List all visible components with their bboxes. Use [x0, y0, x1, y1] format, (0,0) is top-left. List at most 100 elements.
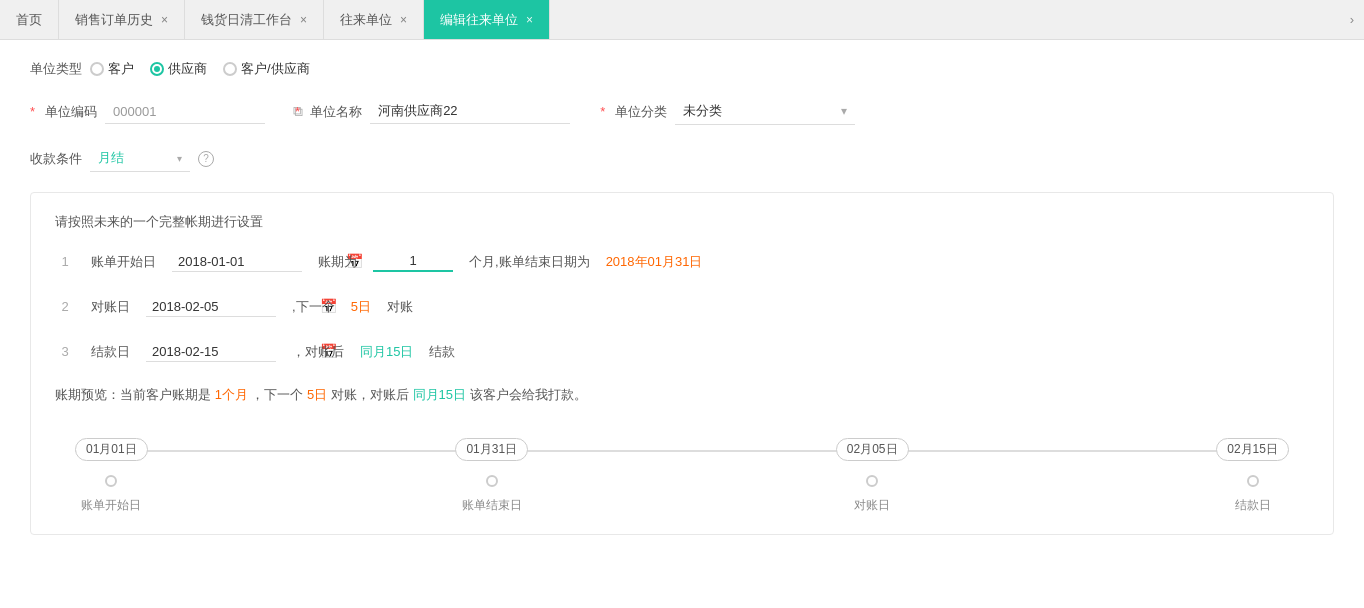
period-suffix-1: 个月,账单结束日期为: [469, 253, 590, 271]
rec-suffix-2: 对账: [387, 298, 413, 316]
rec-day-2: 5日: [351, 298, 371, 316]
unit-name-group: * 单位名称: [295, 100, 570, 124]
payment-terms-group: 收款条件 月结 ▾ ?: [30, 145, 214, 172]
preview-suffix: 该客户会给我打款。: [470, 387, 587, 402]
preview-label: 账期预览：当前客户账期是: [55, 387, 211, 402]
tab-edit-partner[interactable]: 编辑往来单位 ×: [424, 0, 550, 39]
unit-category-value: 未分类: [683, 102, 722, 120]
payment-terms-label: 收款条件: [30, 150, 82, 168]
tab-cash-workbench-close[interactable]: ×: [300, 13, 307, 27]
radio-both-label: 客户/供应商: [241, 60, 310, 78]
cycle-label-2: 对账日: [91, 298, 130, 316]
main-content: 单位类型 客户 供应商 客户/供应商 * 单位编码: [0, 40, 1364, 608]
period-prefix-1: 账期为: [318, 253, 357, 271]
payment-terms-arrow-icon: ▾: [177, 153, 182, 164]
payment-terms-select[interactable]: 月结 ▾: [90, 145, 190, 172]
timeline-sublabel-4: 结款日: [1235, 497, 1271, 514]
pay-day-3: 同月15日: [360, 343, 413, 361]
timeline-sublabel-1: 账单开始日: [81, 497, 141, 514]
cycle-num-1: 1: [55, 254, 75, 269]
tabs-bar: 首页 销售订单历史 × 钱货日清工作台 × 往来单位 × 编辑往来单位 × ›: [0, 0, 1364, 40]
radio-supplier-circle: [150, 62, 164, 76]
unit-code-group: * 单位编码 ⧉: [30, 100, 265, 124]
tab-sales-history[interactable]: 销售订单历史 ×: [59, 0, 185, 39]
radio-customer-circle: [90, 62, 104, 76]
tab-cash-workbench-label: 钱货日清工作台: [201, 11, 292, 29]
unit-name-label: 单位名称: [310, 103, 362, 121]
radio-supplier[interactable]: 供应商: [150, 60, 207, 78]
unit-category-select[interactable]: 未分类 ▾: [675, 98, 855, 125]
cycle-settings-section: 请按照未来的一个完整帐期进行设置 1 账单开始日 📅 账期为 个月,账单结束日期…: [30, 192, 1334, 535]
preview-part2: 5日: [307, 387, 327, 402]
radio-both[interactable]: 客户/供应商: [223, 60, 310, 78]
timeline-badge-2: 01月31日: [455, 438, 528, 461]
timeline-badge-3: 02月05日: [836, 438, 909, 461]
unit-type-label: 单位类型: [30, 60, 82, 78]
period-input[interactable]: [373, 251, 453, 272]
unit-info-row: * 单位编码 ⧉ * 单位名称 * 单位分类 未分类 ▾: [30, 98, 1334, 125]
date-input-3: 📅: [146, 341, 276, 362]
radio-supplier-label: 供应商: [168, 60, 207, 78]
timeline-sublabel-3: 对账日: [854, 497, 890, 514]
unit-category-group: * 单位分类 未分类 ▾: [600, 98, 855, 125]
date-input-2: 📅: [146, 296, 276, 317]
timeline-dot-4: [1247, 475, 1259, 487]
tab-partner-list-close[interactable]: ×: [400, 13, 407, 27]
timeline-badge-1: 01月01日: [75, 438, 148, 461]
timeline-points: 01月01日 账单开始日 01月31日 账单结束日 02月05日 对账日: [75, 438, 1289, 514]
radio-customer-label: 客户: [108, 60, 134, 78]
unit-category-label: 单位分类: [615, 103, 667, 121]
timeline-dot-3: [866, 475, 878, 487]
tab-home-label: 首页: [16, 11, 42, 29]
cycle-row-2: 2 对账日 📅 ,下一个 5日 对账: [55, 296, 1309, 317]
tab-edit-partner-close[interactable]: ×: [526, 13, 533, 27]
cycle-row-1: 1 账单开始日 📅 账期为 个月,账单结束日期为 2018年01月31日: [55, 251, 1309, 272]
unit-code-input-wrapper: ⧉: [105, 100, 265, 124]
radio-group: 客户 供应商 客户/供应商: [90, 60, 310, 78]
timeline-dot-2: [486, 475, 498, 487]
cycle-row-3: 3 结款日 📅 ，对账后 同月15日 结款: [55, 341, 1309, 362]
timeline-point-3: 02月05日 对账日: [836, 438, 909, 514]
help-icon[interactable]: ?: [198, 151, 214, 167]
timeline: 01月01日 账单开始日 01月31日 账单结束日 02月05日 对账日: [55, 428, 1309, 514]
radio-both-circle: [223, 62, 237, 76]
cycle-num-3: 3: [55, 344, 75, 359]
unit-code-star: *: [30, 104, 35, 119]
unit-code-label: 单位编码: [45, 103, 97, 121]
tab-partner-list[interactable]: 往来单位 ×: [324, 0, 424, 39]
date-input-1: 📅: [172, 251, 302, 272]
section-title: 请按照未来的一个完整帐期进行设置: [55, 213, 1309, 231]
tab-sales-history-close[interactable]: ×: [161, 13, 168, 27]
tab-edit-partner-label: 编辑往来单位: [440, 11, 518, 29]
preview-section: 账期预览：当前客户账期是 1个月 ，下一个 5日 对账，对账后 同月15日 该客…: [55, 386, 1309, 514]
tab-cash-workbench[interactable]: 钱货日清工作台 ×: [185, 0, 324, 39]
timeline-dot-1: [105, 475, 117, 487]
preview-text: 账期预览：当前客户账期是 1个月 ，下一个 5日 对账，对账后 同月15日 该客…: [55, 386, 1309, 404]
timeline-sublabel-2: 账单结束日: [462, 497, 522, 514]
cycle-label-3: 结款日: [91, 343, 130, 361]
payment-terms-value: 月结: [98, 149, 124, 167]
unit-name-input[interactable]: [370, 100, 570, 124]
pay-suffix-3: 结款: [429, 343, 455, 361]
unit-category-arrow-icon: ▾: [841, 104, 847, 118]
cycle-num-2: 2: [55, 299, 75, 314]
preview-sep1: ，下一个: [251, 387, 303, 402]
period-end-date: 2018年01月31日: [606, 253, 703, 271]
tabs-arrow-icon: ›: [1350, 12, 1354, 27]
unit-code-input[interactable]: [105, 100, 289, 123]
unit-category-star: *: [600, 104, 605, 119]
rec-prefix-2: ,下一个: [292, 298, 335, 316]
tab-partner-list-label: 往来单位: [340, 11, 392, 29]
payment-terms-row: 收款条件 月结 ▾ ?: [30, 145, 1334, 172]
timeline-badge-4: 02月15日: [1216, 438, 1289, 461]
cycle-label-1: 账单开始日: [91, 253, 156, 271]
unit-type-group: 单位类型 客户 供应商 客户/供应商: [30, 60, 310, 78]
timeline-point-4: 02月15日 结款日: [1216, 438, 1289, 514]
radio-customer[interactable]: 客户: [90, 60, 134, 78]
unit-name-star: *: [295, 104, 300, 119]
tab-home[interactable]: 首页: [0, 0, 59, 39]
preview-mid: 对账，对账后: [331, 387, 409, 402]
preview-part1: 1个月: [215, 387, 248, 402]
timeline-point-2: 01月31日 账单结束日: [455, 438, 528, 514]
tabs-arrow[interactable]: ›: [1340, 0, 1364, 39]
